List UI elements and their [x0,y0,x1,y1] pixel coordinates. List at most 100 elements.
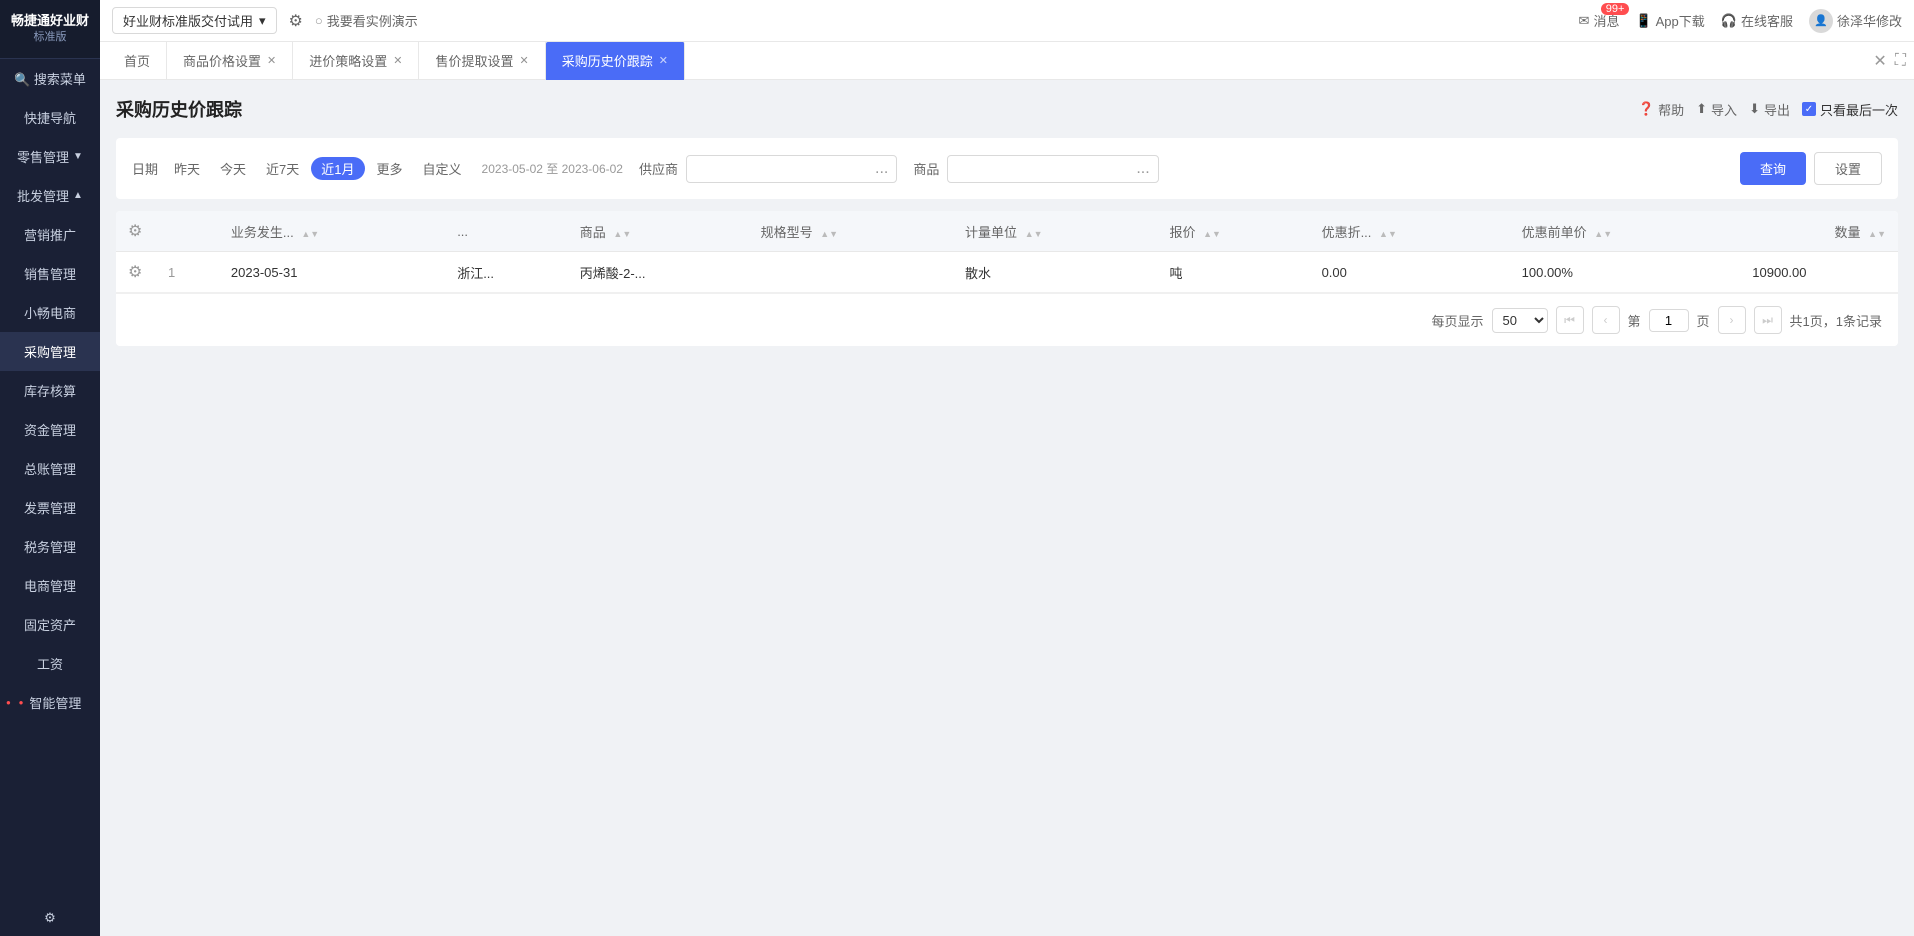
sidebar-item-sales[interactable]: 销售管理 [0,254,100,293]
sidebar-item-invoice[interactable]: 发票管理 [0,488,100,527]
supplier-input[interactable] [695,161,871,176]
query-btn[interactable]: 查询 [1740,152,1806,185]
app-logo-title: 畅捷通好业财 [8,12,92,30]
tab-price-extract[interactable]: 售价提取设置 ✕ [419,42,545,80]
tab-price-settings[interactable]: 商品价格设置 ✕ [167,42,293,80]
topbar-gear-btn[interactable]: ⚙ [289,11,303,31]
sidebar-item-purchase[interactable]: 采购管理 [0,332,100,371]
tax-label: 税务管理 [24,537,76,556]
help-btn[interactable]: ❓ 帮助 [1638,100,1684,119]
th-dots-label: ... [457,224,468,239]
tab-collapse-btn[interactable]: ✕ [1873,51,1886,71]
message-badge[interactable]: ✉ 消息 99+ [1579,11,1620,30]
only-last-checkbox[interactable]: ✓ 只看最后一次 [1802,100,1898,119]
row-goods: 丙烯酸-2-... [580,266,646,281]
sidebar-item-quick-nav[interactable]: 快捷导航 [0,98,100,137]
tab-expand-btn[interactable]: ⛶ [1895,52,1906,70]
date-btn-1month[interactable]: 近1月 [311,157,364,180]
date-btn-7days[interactable]: 近7天 [258,157,307,180]
sort-icon-unit: ▲▼ [1025,230,1043,239]
th-discount[interactable]: 优惠折... ▲▼ [1310,211,1510,252]
th-dots[interactable]: ... [445,211,568,252]
goods-input[interactable] [956,161,1132,176]
tab-home-label: 首页 [124,51,150,70]
import-btn[interactable]: ⬆ 导入 [1696,100,1737,119]
th-price[interactable]: 报价 ▲▼ [1158,211,1310,252]
page-next-btn[interactable]: › [1718,306,1746,334]
td-unit: 散水 [953,252,1157,293]
payroll-label: 工资 [37,654,63,673]
sidebar-item-assets[interactable]: 固定资产 [0,605,100,644]
ecommerce-label: 电商管理 [24,576,76,595]
tab-purchase-history-close[interactable]: ✕ [659,54,668,67]
export-btn[interactable]: ⬇ 导出 [1749,100,1790,119]
tab-price-extract-close[interactable]: ✕ [520,54,529,67]
sidebar-item-inventory[interactable]: 库存核算 [0,371,100,410]
goods-dots[interactable]: ... [1136,160,1149,178]
tab-price-settings-label: 商品价格设置 [183,51,261,70]
th-date[interactable]: 业务发生... ▲▼ [219,211,445,252]
tab-price-settings-close[interactable]: ✕ [267,54,276,67]
sidebar-item-ai[interactable]: ● 智能管理 [0,683,100,722]
page-prev-btn[interactable]: ‹ [1592,306,1620,334]
date-btn-custom[interactable]: 自定义 [415,157,470,180]
filter-settings-btn[interactable]: 设置 [1814,152,1882,185]
page-number-input[interactable] [1649,309,1689,332]
message-icon: ✉ [1579,13,1590,29]
ai-label: 智能管理 [29,693,81,712]
sidebar-item-payroll[interactable]: 工资 [0,644,100,683]
th-unit-price[interactable]: 优惠前单价 ▲▼ [1510,211,1741,252]
sidebar-item-finance[interactable]: 资金管理 [0,410,100,449]
row-gear-icon[interactable]: ⚙ [128,264,142,281]
sales-label: 销售管理 [24,264,76,283]
td-date: 2023-05-31 [219,252,445,293]
sidebar-gear-btn[interactable]: ⚙ [0,900,100,936]
sidebar-item-ledger[interactable]: 总账管理 [0,449,100,488]
date-btn-today[interactable]: 今天 [212,157,254,180]
app-download-btn[interactable]: 📱 App下载 [1635,11,1704,30]
sort-icon-price: ▲▼ [1203,230,1221,239]
version-select[interactable]: 好业财标准版交付试用 ▾ [112,7,277,34]
th-spec[interactable]: 规格型号 ▲▼ [749,211,953,252]
date-btn-group: 昨天 今天 近7天 近1月 更多 自定义 [166,157,470,180]
current-page-label: 第 [1628,311,1641,330]
tab-purchase-history[interactable]: 采购历史价跟踪 ✕ [546,42,685,80]
th-unit[interactable]: 计量单位 ▲▼ [953,211,1157,252]
th-num [156,211,219,252]
th-quantity[interactable]: 数量 ▲▼ [1740,211,1898,252]
sidebar-item-tax[interactable]: 税务管理 [0,527,100,566]
td-unit-price: 10900.00 [1740,252,1898,293]
date-btn-yesterday[interactable]: 昨天 [166,157,208,180]
row-num: 1 [168,265,175,280]
row-discount: 100.00% [1522,265,1573,280]
sidebar-item-retail[interactable]: 零售管理 ▼ [0,137,100,176]
help-icon: ❓ [1638,101,1654,117]
th-goods[interactable]: 商品 ▲▼ [568,211,749,252]
sidebar-search[interactable]: 🔍 搜索菜单 [0,59,100,98]
page-last-btn[interactable]: ⏭ [1754,306,1782,334]
sidebar-item-ecommerce[interactable]: 电商管理 [0,566,100,605]
date-btn-more[interactable]: 更多 [369,157,411,180]
wholesale-arrow: ▲ [73,190,83,201]
page-size-select[interactable]: 20 50 100 [1492,308,1548,333]
tab-purchase-strategy-close[interactable]: ✕ [393,54,402,67]
demo-btn[interactable]: ○ 我要看实例演示 [315,11,418,30]
page-title: 采购历史价跟踪 [116,96,242,122]
page-first-btn[interactable]: ⏮ [1556,306,1584,334]
sidebar-item-wholesale[interactable]: 批发管理 ▲ [0,176,100,215]
sidebar-item-marketing[interactable]: 营销推广 [0,215,100,254]
retail-arrow: ▼ [73,151,83,162]
supplier-dots[interactable]: ... [875,160,888,178]
tab-purchase-strategy[interactable]: 进价策略设置 ✕ [293,42,419,80]
marketing-label: 营销推广 [24,225,76,244]
row-price-unit: 吨 [1170,266,1183,281]
ecommerce-small-label: 小畅电商 [24,303,76,322]
tab-home[interactable]: 首页 [108,42,167,80]
sidebar-item-ecommerce-small[interactable]: 小畅电商 [0,293,100,332]
online-service-btn[interactable]: 🎧 在线客服 [1721,11,1793,30]
table-gear-icon[interactable]: ⚙ [128,223,142,240]
page-content: 采购历史价跟踪 ❓ 帮助 ⬆ 导入 ⬇ 导出 ✓ 只看最后一次 [100,80,1914,936]
tabbar: 首页 商品价格设置 ✕ 进价策略设置 ✕ 售价提取设置 ✕ 采购历史价跟踪 ✕ … [100,42,1914,80]
filter-supplier-item: 供应商 ... [639,155,897,183]
user-menu[interactable]: 👤 徐泽华修改 [1809,9,1902,33]
